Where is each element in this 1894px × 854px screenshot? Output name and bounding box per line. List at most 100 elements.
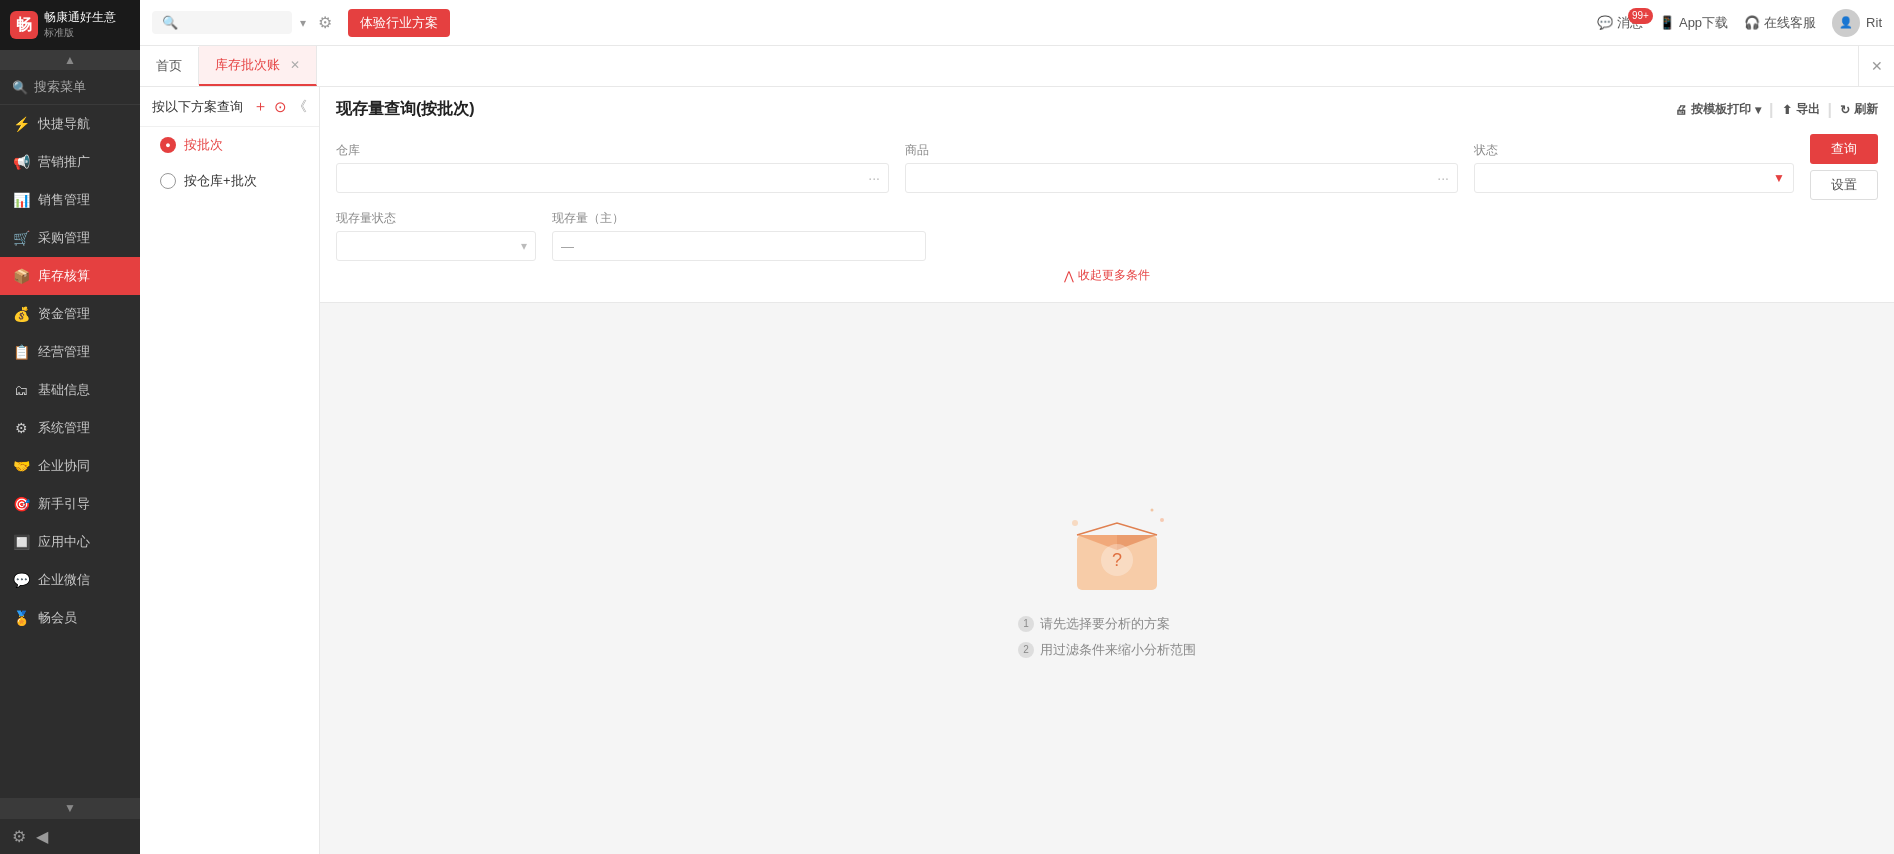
app-title: 畅康通好生意 — [44, 10, 116, 26]
finance-icon: 💰 — [12, 305, 30, 323]
sidebar: 畅 畅康通好生意 标准版 ▲ 🔍 搜索菜单 ⚡ 快捷导航 📢 营销推广 📊 销售… — [0, 0, 140, 854]
warehouse-dots[interactable]: ··· — [868, 170, 880, 186]
app-download-btn[interactable]: 📱 App下载 — [1659, 14, 1728, 32]
left-panel-header: 按以下方案查询 ＋ ⊙ 《 — [140, 87, 319, 127]
hint-num-1: 1 — [1018, 616, 1034, 632]
empty-svg: ? — [1057, 495, 1177, 605]
chevron-up-icon: ⋀ — [1064, 269, 1074, 283]
refresh-btn[interactable]: ↻ 刷新 — [1840, 101, 1878, 118]
app-subtitle: 标准版 — [44, 26, 116, 40]
warehouse-input[interactable] — [345, 170, 862, 185]
scheme-settings-icon[interactable]: ⊙ — [274, 98, 287, 116]
tab-close-icon[interactable]: ✕ — [290, 58, 300, 72]
sidebar-item-label: 采购管理 — [38, 229, 90, 247]
sidebar-header: 畅 畅康通好生意 标准版 — [0, 0, 140, 50]
online-service-btn[interactable]: 🎧 在线客服 — [1744, 14, 1816, 32]
status-select[interactable]: ▼ — [1474, 163, 1794, 193]
sidebar-item-label: 营销推广 — [38, 153, 90, 171]
sidebar-scroll: 🔍 搜索菜单 ⚡ 快捷导航 📢 营销推广 📊 销售管理 🛒 采购管理 📦 库存核… — [0, 70, 140, 798]
tab-home[interactable]: 首页 — [140, 47, 199, 85]
empty-hints: 1 请先选择要分析的方案 2 用过滤条件来缩小分析范围 — [1018, 611, 1196, 663]
trial-btn[interactable]: 体验行业方案 — [348, 9, 450, 37]
topbar: 🔍 ▾ ⚙ 体验行业方案 💬 消息 99+ 📱 App下载 🎧 在线客服 👤 R… — [140, 0, 1894, 46]
settings-footer-icon[interactable]: ⚙ — [12, 827, 26, 846]
hint-text-2: 用过滤条件来缩小分析范围 — [1040, 637, 1196, 663]
user-menu[interactable]: 👤 Rit — [1832, 9, 1882, 37]
app-logo: 畅 — [10, 11, 38, 39]
stock-qty-label: 现存量（主） — [552, 210, 926, 227]
collapse-panel-icon[interactable]: 《 — [293, 98, 307, 116]
collapse-sidebar-icon[interactable]: ◀ — [36, 827, 48, 846]
sidebar-item-label: 资金管理 — [38, 305, 90, 323]
stock-qty-input[interactable]: — — [552, 231, 926, 261]
sidebar-item-purchase[interactable]: 🛒 采购管理 — [0, 219, 140, 257]
enterprise-icon: 🤝 — [12, 457, 30, 475]
scheme-by-batch-label: 按批次 — [184, 136, 223, 154]
headset-icon: 🎧 — [1744, 15, 1760, 30]
scroll-down-btn[interactable]: ▼ — [0, 798, 140, 818]
goods-input-wrap[interactable]: ··· — [905, 163, 1458, 193]
member-icon: 🏅 — [12, 609, 30, 627]
topbar-search-box[interactable]: 🔍 — [152, 11, 292, 34]
scheme-by-warehouse-batch[interactable]: 按仓库+批次 — [140, 163, 319, 199]
sidebar-item-finance[interactable]: 💰 资金管理 — [0, 295, 140, 333]
search-menu-item[interactable]: 🔍 搜索菜单 — [0, 70, 140, 105]
sidebar-item-operations[interactable]: 📋 经营管理 — [0, 333, 140, 371]
sidebar-item-inventory[interactable]: 📦 库存核算 — [0, 257, 140, 295]
print-label: 按模板打印 — [1691, 101, 1751, 118]
sidebar-item-basic[interactable]: 🗂 基础信息 — [0, 371, 140, 409]
sidebar-item-apps[interactable]: 🔲 应用中心 — [0, 523, 140, 561]
content-area: 按以下方案查询 ＋ ⊙ 《 ● 按批次 按仓库+批次 现存量查询(按 — [140, 87, 1894, 854]
svg-point-7 — [1151, 508, 1154, 511]
stock-status-select[interactable]: ▾ — [336, 231, 536, 261]
refresh-icon: ↻ — [1840, 103, 1850, 117]
add-scheme-icon[interactable]: ＋ — [253, 97, 268, 116]
tab-inventory-batch[interactable]: 库存批次账 ✕ — [199, 46, 317, 86]
wechat-icon: 💬 — [12, 571, 30, 589]
topbar-gear-icon[interactable]: ⚙ — [318, 13, 332, 32]
topbar-chevron-icon[interactable]: ▾ — [300, 16, 306, 30]
setting-button[interactable]: 设置 — [1810, 170, 1878, 200]
sidebar-item-member[interactable]: 🏅 畅会员 — [0, 599, 140, 637]
goods-input[interactable] — [914, 170, 1431, 185]
app-download-label: App下载 — [1679, 14, 1728, 32]
page-actions: 🖨 按模板打印 ▾ | ⬆ 导出 | ↻ 刷新 — [1675, 101, 1878, 119]
refresh-label: 刷新 — [1854, 101, 1878, 118]
purchase-icon: 🛒 — [12, 229, 30, 247]
query-button[interactable]: 查询 — [1810, 134, 1878, 164]
sales-icon: 📊 — [12, 191, 30, 209]
warehouse-input-wrap[interactable]: ··· — [336, 163, 889, 193]
print-dropdown-icon[interactable]: ▾ — [1755, 103, 1761, 117]
sidebar-item-label: 快捷导航 — [38, 115, 90, 133]
app-download-icon: 📱 — [1659, 15, 1675, 30]
app-title-wrap: 畅康通好生意 标准版 — [44, 10, 116, 40]
left-panel: 按以下方案查询 ＋ ⊙ 《 ● 按批次 按仓库+批次 — [140, 87, 320, 854]
sidebar-item-label: 库存核算 — [38, 267, 90, 285]
export-btn[interactable]: ⬆ 导出 — [1782, 101, 1820, 118]
sidebar-item-wechat[interactable]: 💬 企业微信 — [0, 561, 140, 599]
sidebar-item-enterprise[interactable]: 🤝 企业协同 — [0, 447, 140, 485]
sidebar-item-quick-nav[interactable]: ⚡ 快捷导航 — [0, 105, 140, 143]
tabbar: 首页 库存批次账 ✕ ✕ — [140, 46, 1894, 87]
sidebar-item-sales[interactable]: 📊 销售管理 — [0, 181, 140, 219]
goods-dots[interactable]: ··· — [1437, 170, 1449, 186]
scroll-up-btn[interactable]: ▲ — [0, 50, 140, 70]
svg-point-5 — [1072, 520, 1078, 526]
sidebar-item-newbie[interactable]: 🎯 新手引导 — [0, 485, 140, 523]
status-field: 状态 ▼ — [1474, 142, 1794, 193]
status-arrow-icon: ▼ — [1773, 171, 1785, 185]
print-btn[interactable]: 🖨 按模板打印 ▾ — [1675, 101, 1761, 118]
sidebar-item-marketing[interactable]: 📢 营销推广 — [0, 143, 140, 181]
message-btn[interactable]: 💬 消息 99+ — [1597, 14, 1643, 32]
scheme-active-dot: ● — [160, 137, 176, 153]
quick-nav-icon: ⚡ — [12, 115, 30, 133]
empty-state: ? 1 请先选择要分析的方案 2 用过滤条件来缩小分析范围 — [320, 303, 1894, 854]
sidebar-item-system[interactable]: ⚙ 系统管理 — [0, 409, 140, 447]
scheme-by-batch[interactable]: ● 按批次 — [140, 127, 319, 163]
online-service-label: 在线客服 — [1764, 14, 1816, 32]
hint-row-2: 2 用过滤条件来缩小分析范围 — [1018, 637, 1196, 663]
status-label: 状态 — [1474, 142, 1794, 159]
tabbar-close-btn[interactable]: ✕ — [1858, 46, 1894, 86]
collapse-row[interactable]: ⋀ 收起更多条件 — [336, 261, 1878, 290]
inventory-icon: 📦 — [12, 267, 30, 285]
